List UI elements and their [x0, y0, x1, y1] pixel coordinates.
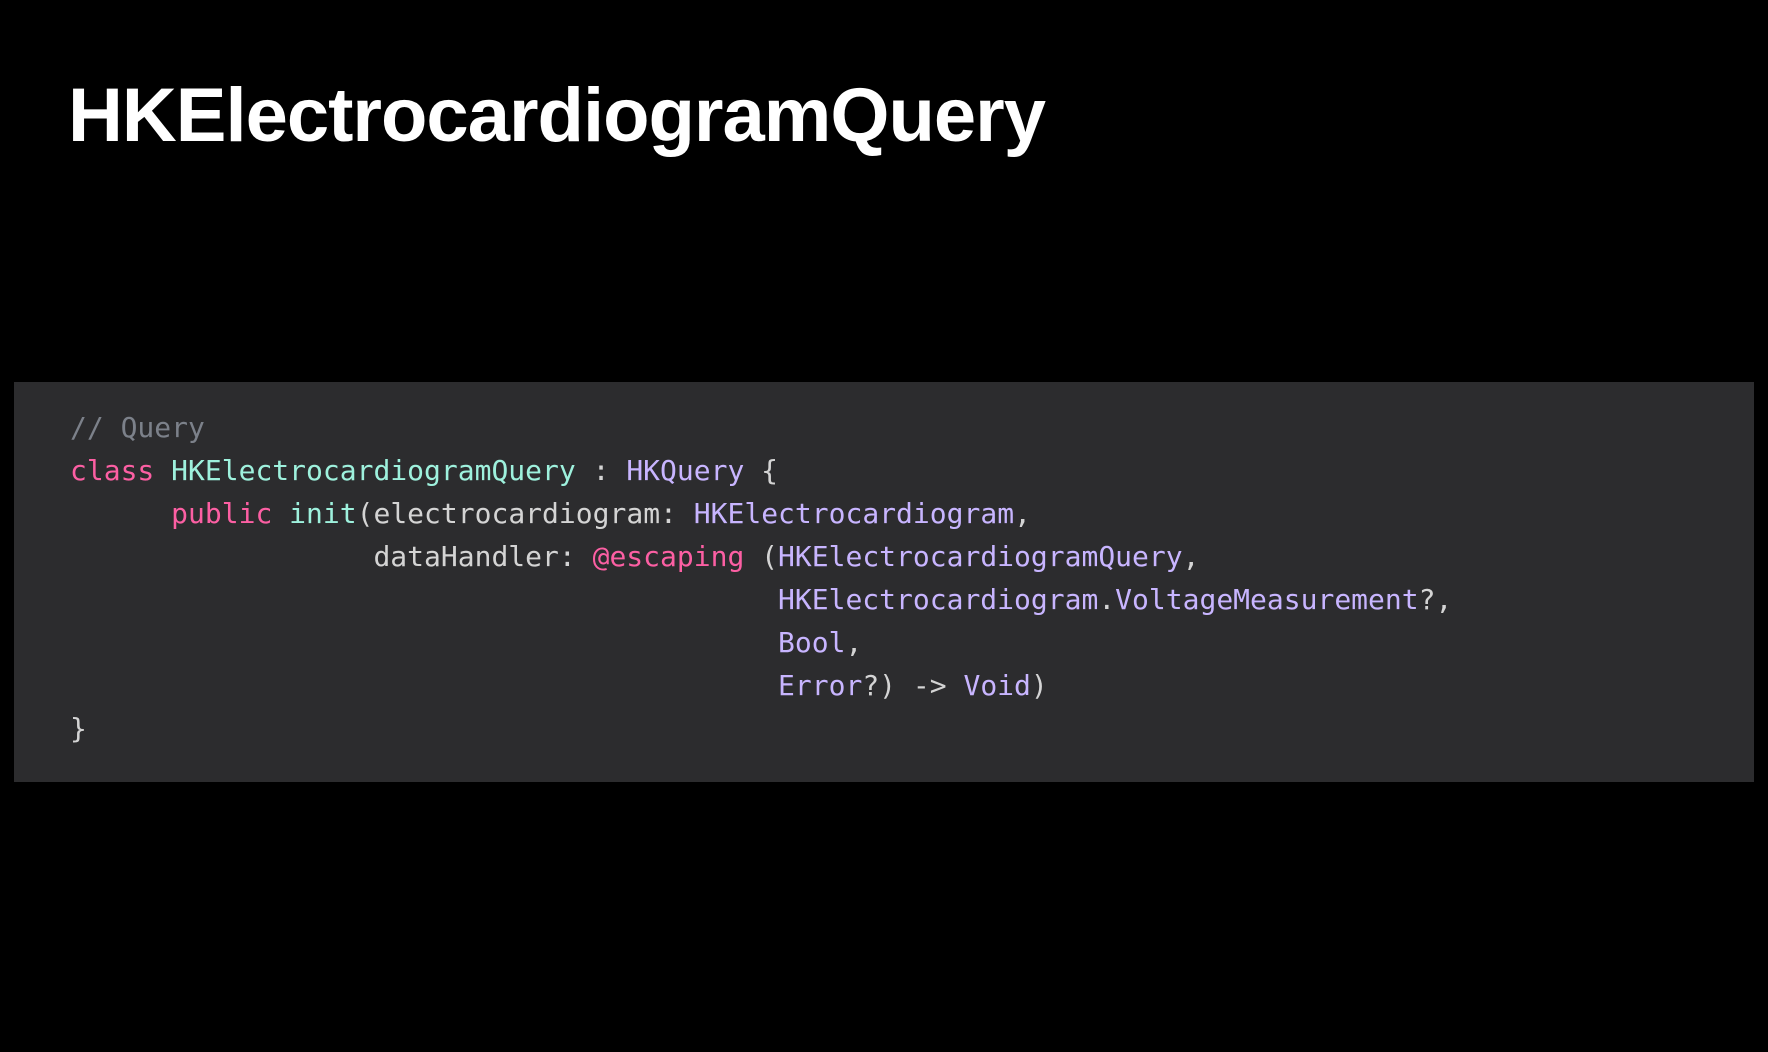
indent [70, 583, 778, 616]
comma: , [1183, 540, 1200, 573]
type-bool: Bool [778, 626, 845, 659]
open-paren: ( [761, 540, 778, 573]
class-name: HKElectrocardiogramQuery [171, 454, 576, 487]
keyword-public: public [171, 497, 272, 530]
comma: , [1014, 497, 1031, 530]
space [576, 540, 593, 573]
space [677, 497, 694, 530]
slide: HKElectrocardiogramQuery // Query class … [0, 0, 1768, 1052]
close-paren: ) [1031, 669, 1048, 702]
type-hkelectrocardiogram: HKElectrocardiogram [694, 497, 1014, 530]
type-hkelectrocardiogram: HKElectrocardiogram [778, 583, 1098, 616]
code-comment: // Query [70, 411, 205, 444]
comma: , [845, 626, 862, 659]
indent [70, 669, 778, 702]
space [272, 497, 289, 530]
inherit-colon: : [576, 454, 627, 487]
superclass-name: HKQuery [626, 454, 744, 487]
keyword-init: init [289, 497, 356, 530]
slide-title: HKElectrocardiogramQuery [68, 72, 1045, 159]
indent [70, 540, 373, 573]
space [744, 540, 761, 573]
dot: . [1098, 583, 1115, 616]
indent [70, 497, 171, 530]
open-paren: ( [357, 497, 374, 530]
optional-comma: ?, [1419, 583, 1453, 616]
type-void: Void [963, 669, 1030, 702]
param-datahandler: dataHandler: [373, 540, 575, 573]
open-brace: { [744, 454, 778, 487]
keyword-class: class [70, 454, 154, 487]
close-brace: } [70, 712, 87, 745]
param-electrocardiogram: electrocardiogram: [373, 497, 676, 530]
type-voltagemeasurement: VoltageMeasurement [1115, 583, 1418, 616]
type-error: Error [778, 669, 862, 702]
attribute-escaping: @escaping [593, 540, 745, 573]
code-block: // Query class HKElectrocardiogramQuery … [14, 382, 1754, 782]
arrow: ?) -> [862, 669, 963, 702]
indent [70, 626, 778, 659]
type-hkelectrocardiogramquery: HKElectrocardiogramQuery [778, 540, 1183, 573]
